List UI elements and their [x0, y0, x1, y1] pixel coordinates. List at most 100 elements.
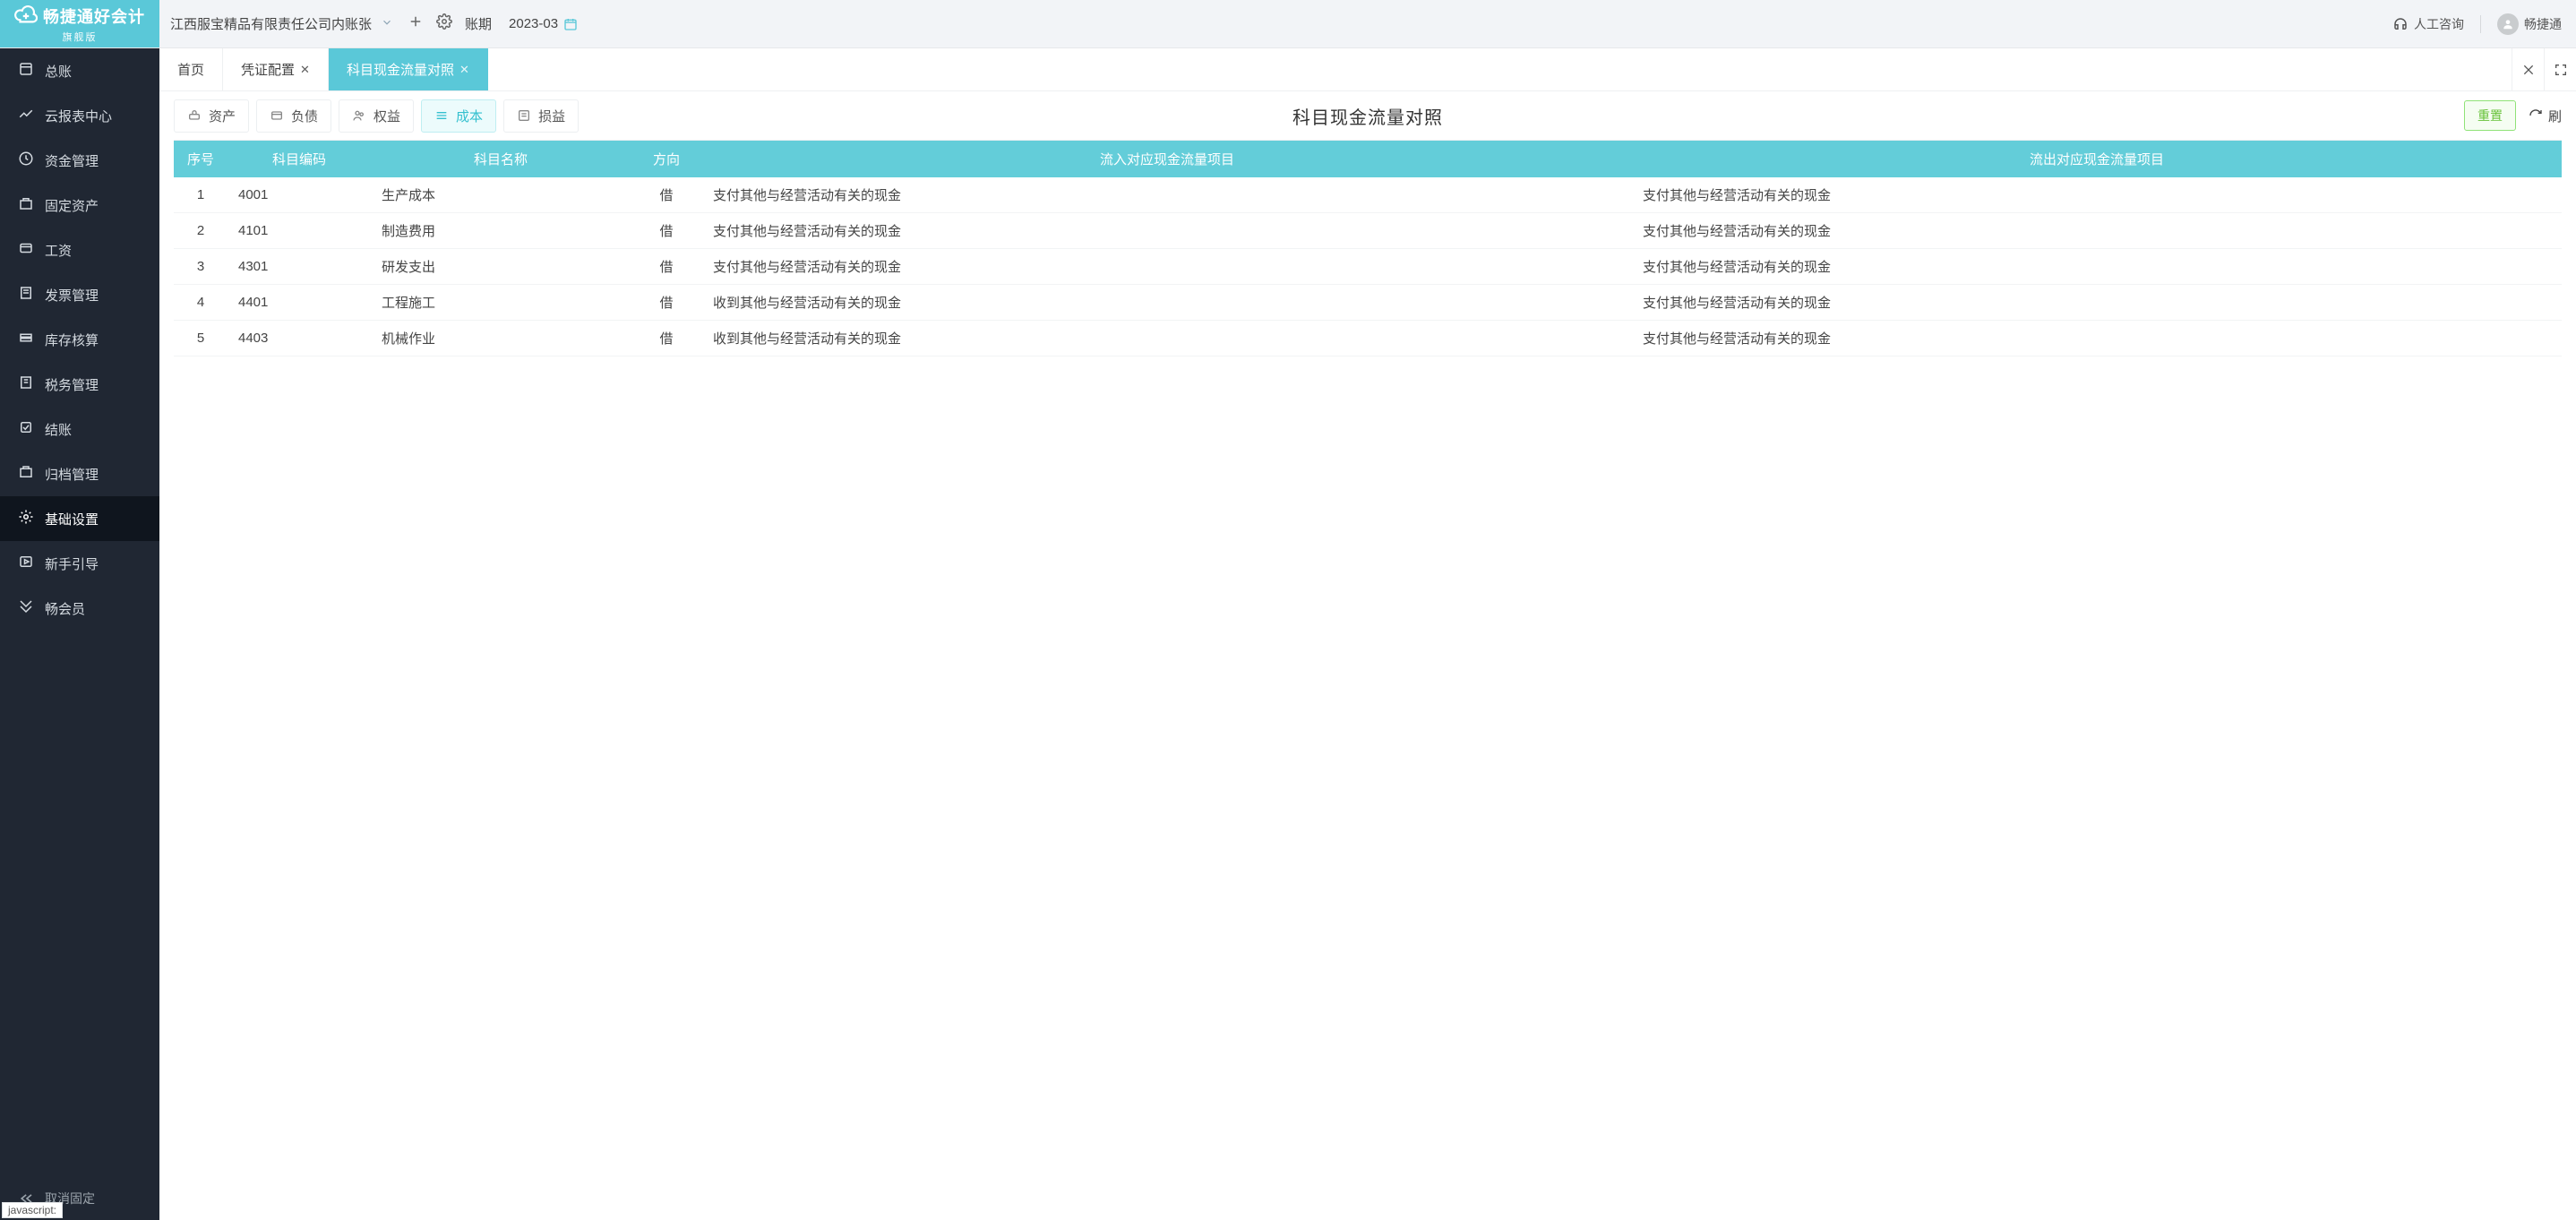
- sidebar-item[interactable]: 总账: [0, 48, 159, 93]
- refresh-label: 刷: [2548, 107, 2562, 125]
- sidebar-item[interactable]: 税务管理: [0, 362, 159, 407]
- nav-label: 归档管理: [45, 465, 99, 484]
- sidebar-item[interactable]: 资金管理: [0, 138, 159, 183]
- nav-label: 固定资产: [45, 196, 99, 215]
- brand-subtitle: 旗舰版: [63, 30, 98, 44]
- segment-icon: [270, 108, 284, 123]
- cell-dir: 借: [631, 321, 702, 357]
- cell-name: 制造费用: [371, 213, 631, 249]
- cell-inflow: 支付其他与经营活动有关的现金: [702, 213, 1632, 249]
- cell-seq: 4: [174, 285, 228, 321]
- tab-close-icon[interactable]: ✕: [300, 63, 310, 77]
- nav-label: 基础设置: [45, 510, 99, 528]
- cell-inflow: 支付其他与经营活动有关的现金: [702, 177, 1632, 213]
- th-code: 科目编码: [228, 141, 371, 177]
- tab-close-icon[interactable]: ✕: [459, 63, 469, 77]
- segment-icon: [434, 108, 449, 123]
- table-row[interactable]: 54403机械作业借收到其他与经营活动有关的现金支付其他与经营活动有关的现金: [174, 321, 2562, 357]
- nav-label: 库存核算: [45, 331, 99, 349]
- cell-name: 工程施工: [371, 285, 631, 321]
- sidebar-item[interactable]: 发票管理: [0, 272, 159, 317]
- refresh-button[interactable]: 刷: [2529, 107, 2562, 125]
- tab[interactable]: 科目现金流量对照 ✕: [329, 48, 488, 90]
- panel-title: 科目现金流量对照: [1292, 103, 1443, 129]
- cell-dir: 借: [631, 213, 702, 249]
- cell-name: 研发支出: [371, 249, 631, 285]
- sidebar-item[interactable]: 云报表中心: [0, 93, 159, 138]
- reset-button[interactable]: 重置: [2464, 100, 2516, 131]
- cell-outflow: 支付其他与经营活动有关的现金: [1632, 321, 2562, 357]
- cell-seq: 2: [174, 213, 228, 249]
- tab[interactable]: 首页: [159, 48, 223, 90]
- settings-button[interactable]: [436, 13, 452, 34]
- sidebar-item[interactable]: 结账: [0, 407, 159, 451]
- table-row[interactable]: 34301研发支出借支付其他与经营活动有关的现金支付其他与经营活动有关的现金: [174, 249, 2562, 285]
- period-picker[interactable]: 2023-03: [504, 13, 582, 34]
- sidebar-item[interactable]: 工资: [0, 228, 159, 272]
- topbar: 畅捷通好会计 旗舰版 江西服宝精品有限责任公司内账张 账期 2023-03 人工…: [0, 0, 2576, 48]
- table-row[interactable]: 14001生产成本借支付其他与经营活动有关的现金支付其他与经营活动有关的现金: [174, 177, 2562, 213]
- help-button[interactable]: 人工咨询: [2392, 15, 2464, 33]
- cell-seq: 1: [174, 177, 228, 213]
- company-name: 江西服宝精品有限责任公司内账张: [170, 14, 372, 33]
- segment-label: 损益: [538, 107, 565, 125]
- tab-label: 首页: [177, 60, 204, 79]
- sidebar-item[interactable]: 畅会员: [0, 586, 159, 631]
- company-selector[interactable]: 江西服宝精品有限责任公司内账张: [168, 11, 395, 37]
- cell-outflow: 支付其他与经营活动有关的现金: [1632, 213, 2562, 249]
- sidebar-item[interactable]: 固定资产: [0, 183, 159, 228]
- nav-label: 新手引导: [45, 554, 99, 573]
- nav-label: 结账: [45, 420, 72, 439]
- user-menu[interactable]: 畅捷通: [2497, 13, 2562, 35]
- segment-tab[interactable]: 负债: [256, 99, 331, 133]
- th-inflow: 流入对应现金流量项目: [702, 141, 1632, 177]
- nav-icon: [18, 61, 34, 81]
- segment-tab[interactable]: 损益: [503, 99, 579, 133]
- table-row[interactable]: 24101制造费用借支付其他与经营活动有关的现金支付其他与经营活动有关的现金: [174, 213, 2562, 249]
- brand-title: 畅捷通好会计: [43, 4, 145, 28]
- topbar-right: 人工咨询 畅捷通: [2392, 0, 2562, 47]
- nav-icon: [18, 106, 34, 125]
- th-outflow: 流出对应现金流量项目: [1632, 141, 2562, 177]
- nav-icon: [18, 509, 34, 528]
- cell-name: 机械作业: [371, 321, 631, 357]
- cell-inflow: 收到其他与经营活动有关的现金: [702, 285, 1632, 321]
- add-company-button[interactable]: [408, 13, 424, 34]
- cell-seq: 5: [174, 321, 228, 357]
- th-name: 科目名称: [371, 141, 631, 177]
- segment-tab[interactable]: 权益: [339, 99, 414, 133]
- nav-icon: [18, 195, 34, 215]
- nav-label: 畅会员: [45, 599, 85, 618]
- nav-icon: [18, 150, 34, 170]
- user-name: 畅捷通: [2524, 15, 2562, 33]
- cell-code: 4403: [228, 321, 371, 357]
- cell-code: 4101: [228, 213, 371, 249]
- segment-label: 资产: [209, 107, 236, 125]
- table-row[interactable]: 44401工程施工借收到其他与经营活动有关的现金支付其他与经营活动有关的现金: [174, 285, 2562, 321]
- cell-code: 4401: [228, 285, 371, 321]
- sidebar-item[interactable]: 新手引导: [0, 541, 159, 586]
- close-all-tabs-button[interactable]: [2512, 48, 2544, 90]
- sidebar-item[interactable]: 基础设置: [0, 496, 159, 541]
- segment-group: 资产 负债 权益成本 损益: [174, 99, 579, 133]
- tab-bar: 首页凭证配置✕ 科目现金流量对照 ✕: [159, 48, 2576, 91]
- fullscreen-button[interactable]: [2544, 48, 2576, 90]
- cell-inflow: 支付其他与经营活动有关的现金: [702, 249, 1632, 285]
- nav-icon: [18, 374, 34, 394]
- tab-label: 科目现金流量对照: [347, 60, 454, 79]
- sidebar-item[interactable]: 库存核算: [0, 317, 159, 362]
- nav-label: 税务管理: [45, 375, 99, 394]
- sidebar-item[interactable]: 归档管理: [0, 451, 159, 496]
- cell-dir: 借: [631, 249, 702, 285]
- nav-label: 云报表中心: [45, 107, 112, 125]
- cashflow-table: 序号 科目编码 科目名称 方向 流入对应现金流量项目 流出对应现金流量项目 14…: [174, 141, 2562, 357]
- topbar-left: 江西服宝精品有限责任公司内账张 账期 2023-03: [159, 11, 582, 37]
- segment-tab[interactable]: 资产: [174, 99, 249, 133]
- cell-dir: 借: [631, 285, 702, 321]
- tab[interactable]: 凭证配置✕: [223, 48, 329, 90]
- panel: 资产负债权益成本损益 科目现金流量对照 重置 刷 序号 科目编码: [159, 91, 2576, 1220]
- segment-label: 负债: [291, 107, 318, 125]
- segment-tab[interactable]: 成本: [421, 99, 496, 133]
- table-wrapper[interactable]: 序号 科目编码 科目名称 方向 流入对应现金流量项目 流出对应现金流量项目 14…: [174, 140, 2562, 1206]
- cell-outflow: 支付其他与经营活动有关的现金: [1632, 177, 2562, 213]
